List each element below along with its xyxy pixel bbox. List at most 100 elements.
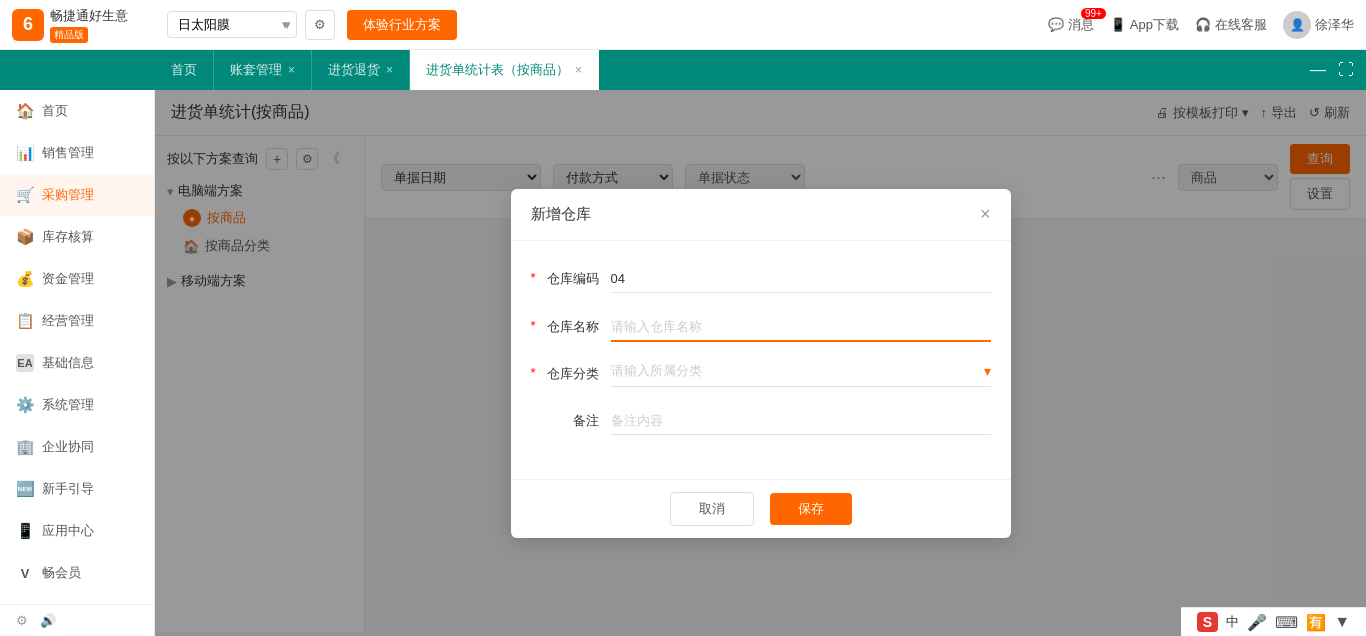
sidebar-app-center-label: 应用中心 — [42, 522, 94, 540]
online-service-label: 在线客服 — [1215, 16, 1267, 34]
sidebar-system-label: 系统管理 — [42, 396, 94, 414]
tab-purchase-return[interactable]: 进货退货 × — [312, 50, 410, 90]
system-icon: ⚙️ — [16, 396, 34, 414]
main-layout: 🏠 首页 📊 销售管理 🛒 采购管理 📦 库存核算 💰 资金管理 📋 经营管理 … — [0, 90, 1366, 636]
purchase-icon: 🛒 — [16, 186, 34, 204]
dialog-body: 仓库编码 仓库名称 仓库分类 — [511, 241, 1011, 479]
form-row-remark: 备注 — [531, 407, 991, 435]
app-logo-icon: 6 — [12, 9, 44, 41]
dialog-overlay: 新增仓库 × 仓库编码 仓库名称 — [155, 90, 1366, 636]
sidebar-item-enterprise[interactable]: 🏢 企业协同 — [0, 426, 154, 468]
mic-icon[interactable]: 🎤 — [1247, 613, 1267, 632]
sidebar: 🏠 首页 📊 销售管理 🛒 采购管理 📦 库存核算 💰 资金管理 📋 经营管理 … — [0, 90, 155, 636]
sales-icon: 📊 — [16, 144, 34, 162]
app-center-icon: 📱 — [16, 522, 34, 540]
sidebar-item-guide[interactable]: 🆕 新手引导 — [0, 468, 154, 510]
dialog-title: 新增仓库 — [531, 205, 591, 224]
tab-accounts[interactable]: 账套管理 × — [214, 50, 312, 90]
sidebar-inventory-label: 库存核算 — [42, 228, 94, 246]
sidebar-speaker-icon[interactable]: 🔊 — [40, 613, 56, 628]
sidebar-item-basic[interactable]: EA 基础信息 — [0, 342, 154, 384]
search-area: ▾ ⚙ 体验行业方案 — [167, 10, 1048, 40]
sidebar-item-purchase[interactable]: 🛒 采购管理 — [0, 174, 154, 216]
tab-minimize-icon[interactable]: — — [1306, 57, 1330, 83]
app-download-nav-item[interactable]: 📱 App下载 — [1110, 16, 1179, 34]
sidebar-sales-label: 销售管理 — [42, 144, 94, 162]
tab-purchase-stat[interactable]: 进货单统计表（按商品） × — [410, 50, 599, 90]
keyboard-icon[interactable]: ⌨ — [1275, 613, 1298, 632]
warehouse-code-input[interactable] — [611, 265, 991, 293]
tab-purchase-stat-close-icon[interactable]: × — [575, 63, 582, 77]
content-area: 进货单统计(按商品) 🖨 按模板打印 ▾ ↑ 导出 ↺ 刷新 — [155, 90, 1366, 636]
message-nav-item[interactable]: 💬 消息 99+ — [1048, 16, 1094, 34]
online-service-nav-item[interactable]: 🎧 在线客服 — [1195, 16, 1267, 34]
home-icon: 🏠 — [16, 102, 34, 120]
save-button[interactable]: 保存 — [770, 493, 852, 525]
sidebar-enterprise-label: 企业协同 — [42, 438, 94, 456]
category-dropdown-icon: ▾ — [984, 363, 991, 379]
basic-icon: EA — [16, 354, 34, 372]
sidebar-item-system[interactable]: ⚙️ 系统管理 — [0, 384, 154, 426]
dialog-close-icon[interactable]: × — [980, 205, 991, 223]
top-nav: 6 畅捷通好生意 精品版 ▾ ⚙ 体验行业方案 💬 消息 99+ 📱 App下载… — [0, 0, 1366, 50]
tab-purchase-return-close-icon[interactable]: × — [386, 63, 393, 77]
headset-icon: 🎧 — [1195, 17, 1211, 32]
warehouse-name-input[interactable] — [611, 313, 991, 342]
zh-label: 中 — [1226, 613, 1239, 631]
guide-icon: 🆕 — [16, 480, 34, 498]
more-icon[interactable]: ▼ — [1334, 613, 1350, 631]
form-label-name: 仓库名称 — [531, 318, 611, 336]
sidebar-item-operation[interactable]: 📋 经营管理 — [0, 300, 154, 342]
sidebar-operation-label: 经营管理 — [42, 312, 94, 330]
sidebar-item-sales[interactable]: 📊 销售管理 — [0, 132, 154, 174]
sidebar-settings-icon[interactable]: ⚙ — [16, 613, 28, 628]
sidebar-item-member[interactable]: V 畅会员 — [0, 552, 154, 594]
tab-maximize-icon[interactable]: ⛶ — [1334, 57, 1358, 83]
tab-actions: — ⛶ — [1306, 50, 1366, 90]
dialog-footer: 取消 保存 — [511, 479, 1011, 538]
sidebar-guide-label: 新手引导 — [42, 480, 94, 498]
tab-home[interactable]: 首页 — [155, 50, 214, 90]
sidebar-bottom: ⚙ 🔊 — [0, 604, 154, 636]
tab-accounts-close-icon[interactable]: × — [288, 63, 295, 77]
form-row-name: 仓库名称 — [531, 313, 991, 342]
form-row-category: 仓库分类 请输入所属分类 ▾ — [531, 362, 991, 387]
user-nav-item[interactable]: 👤 徐泽华 — [1283, 11, 1354, 39]
form-row-code: 仓库编码 — [531, 265, 991, 293]
username-label: 徐泽华 — [1315, 16, 1354, 34]
logo-name: 畅捷通好生意 — [50, 7, 128, 25]
message-badge: 99+ — [1081, 8, 1106, 19]
s-logo: S — [1197, 612, 1218, 632]
message-icon: 💬 — [1048, 17, 1064, 32]
sidebar-item-inventory[interactable]: 📦 库存核算 — [0, 216, 154, 258]
sidebar-item-finance[interactable]: 💰 资金管理 — [0, 258, 154, 300]
translate-icon[interactable]: 🈶 — [1306, 613, 1326, 632]
category-placeholder: 请输入所属分类 — [611, 362, 984, 380]
sidebar-item-app-center[interactable]: 📱 应用中心 — [0, 510, 154, 552]
operation-icon: 📋 — [16, 312, 34, 330]
search-input[interactable] — [167, 11, 297, 38]
sidebar-home-label: 首页 — [42, 102, 68, 120]
finance-icon: 💰 — [16, 270, 34, 288]
search-select-wrap[interactable]: ▾ — [167, 11, 297, 38]
inventory-icon: 📦 — [16, 228, 34, 246]
cancel-button[interactable]: 取消 — [670, 492, 754, 526]
remark-input[interactable] — [611, 407, 991, 435]
sidebar-item-home[interactable]: 🏠 首页 — [0, 90, 154, 132]
form-label-code: 仓库编码 — [531, 270, 611, 288]
category-select[interactable]: 请输入所属分类 ▾ — [611, 362, 991, 387]
phone-icon: 📱 — [1110, 17, 1126, 32]
form-label-remark: 备注 — [531, 412, 611, 430]
try-industry-btn[interactable]: 体验行业方案 — [347, 10, 457, 40]
sidebar-purchase-label: 采购管理 — [42, 186, 94, 204]
settings-gear-btn[interactable]: ⚙ — [305, 10, 335, 40]
sidebar-member-label: 畅会员 — [42, 564, 81, 582]
bottom-bar: S 中 🎤 ⌨ 🈶 ▼ — [1181, 607, 1366, 636]
enterprise-icon: 🏢 — [16, 438, 34, 456]
nav-right: 💬 消息 99+ 📱 App下载 🎧 在线客服 👤 徐泽华 — [1048, 11, 1354, 39]
new-warehouse-dialog: 新增仓库 × 仓库编码 仓库名称 — [511, 189, 1011, 538]
logo-area: 6 畅捷通好生意 精品版 — [12, 7, 167, 43]
member-icon: V — [16, 564, 34, 582]
sidebar-finance-label: 资金管理 — [42, 270, 94, 288]
app-download-label: App下载 — [1130, 16, 1179, 34]
